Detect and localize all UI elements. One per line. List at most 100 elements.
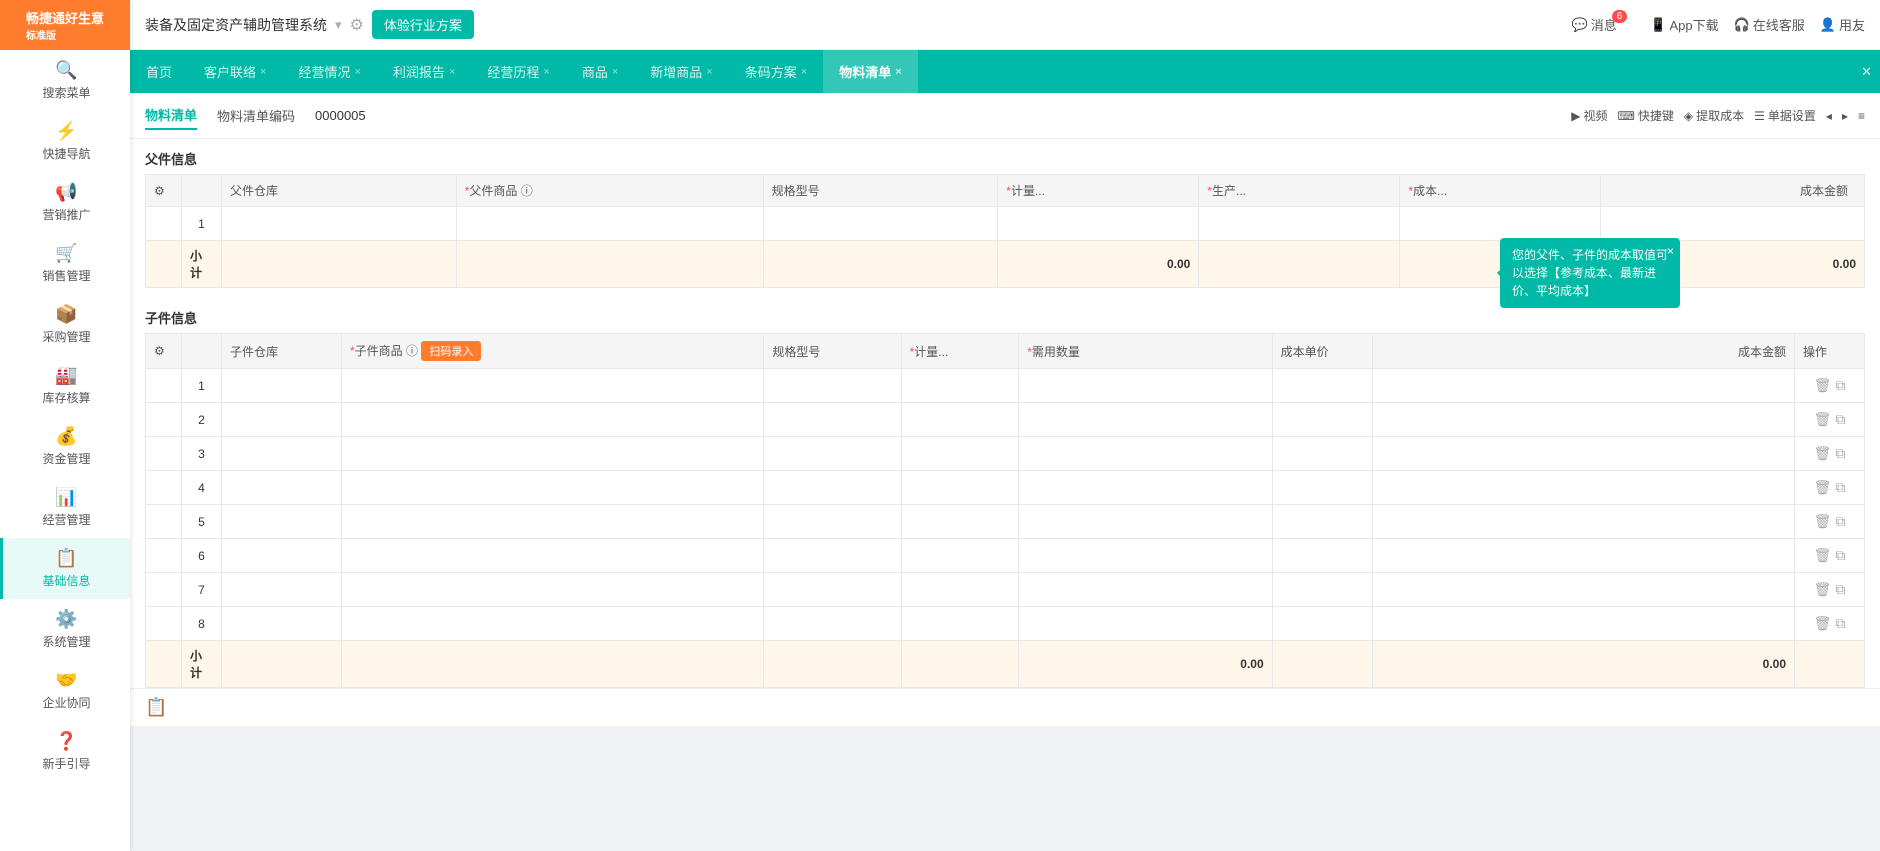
copy-icon[interactable]: ⧉ bbox=[1835, 445, 1845, 462]
delete-icon[interactable]: 🗑 bbox=[1814, 479, 1832, 496]
search-icon: 🔍 bbox=[55, 60, 77, 81]
copy-icon[interactable]: ⧉ bbox=[1835, 581, 1845, 598]
sidebar-item-sales[interactable]: 🛒 销售管理 bbox=[0, 233, 130, 294]
shortcut-action[interactable]: ⌨ 快捷键 bbox=[1618, 107, 1674, 124]
tab-goods[interactable]: 商品 × bbox=[566, 50, 634, 93]
sidebar-item-marketing[interactable]: 📢 营销推广 bbox=[0, 172, 130, 233]
copy-icon[interactable]: ⧉ bbox=[1835, 377, 1845, 394]
sidebar-item-basic-info[interactable]: 📋 基础信息 bbox=[0, 538, 130, 599]
online-service-button[interactable]: 🎧 在线客服 bbox=[1734, 15, 1805, 34]
tab-customer[interactable]: 客户联络 × bbox=[188, 50, 282, 93]
inventory-icon: 🏭 bbox=[55, 365, 77, 386]
operations-icon: 📊 bbox=[55, 487, 77, 508]
enterprise-icon: 🤝 bbox=[55, 670, 77, 691]
sub-header: 物料清单 物料清单编码 0000005 ▶ 视频 ⌨ 快捷键 ◈ 提取成本 bbox=[130, 93, 1880, 139]
parent-col-unit: *计量... bbox=[998, 175, 1199, 207]
tooltip-text: 您的父件、子件的成本取值可以选择【参考成本、最新进价、平均成本】 bbox=[1512, 248, 1668, 298]
parent-row-goods[interactable] bbox=[456, 207, 763, 241]
tab-barcode[interactable]: 条码方案 × bbox=[729, 50, 823, 93]
sub-tab-bom-code[interactable]: 物料清单编码 bbox=[217, 102, 295, 129]
delete-icon[interactable]: 🗑 bbox=[1814, 513, 1832, 530]
sidebar-item-operations[interactable]: 📊 经营管理 bbox=[0, 477, 130, 538]
sidebar-item-enterprise[interactable]: 🤝 企业协同 bbox=[0, 660, 130, 721]
delete-icon[interactable]: 🗑 bbox=[1814, 615, 1832, 632]
message-button[interactable]: 💬 消息 6 bbox=[1572, 15, 1636, 34]
close-history-tab[interactable]: × bbox=[543, 66, 549, 78]
nav-prev[interactable]: ◂ bbox=[1826, 109, 1832, 123]
grid-view-icon[interactable]: ≡ bbox=[1858, 109, 1865, 123]
parent-row-spec[interactable] bbox=[763, 207, 998, 241]
purchase-icon: 📦 bbox=[55, 304, 77, 325]
child-col-warehouse: 子件仓库 bbox=[222, 334, 342, 369]
sidebar-item-quick-nav[interactable]: ⚡ 快捷导航 bbox=[0, 111, 130, 172]
close-goods-tab[interactable]: × bbox=[612, 66, 618, 78]
copy-icon[interactable]: ⧉ bbox=[1835, 547, 1845, 564]
tooltip-close[interactable]: × bbox=[1667, 242, 1674, 260]
sidebar-item-guide[interactable]: ❓ 新手引导 bbox=[0, 721, 130, 782]
copy-icon[interactable]: ⧉ bbox=[1835, 615, 1845, 632]
marketing-icon: 📢 bbox=[55, 182, 77, 203]
child-col-spec: 规格型号 bbox=[764, 334, 901, 369]
tab-new-goods[interactable]: 新增商品 × bbox=[634, 50, 728, 93]
delete-icon[interactable]: 🗑 bbox=[1814, 411, 1832, 428]
view-action[interactable]: ▶ 视频 bbox=[1571, 107, 1607, 124]
child-col-unit-cost: 成本单价 bbox=[1272, 334, 1372, 369]
avatar-icon: 👤 bbox=[1820, 17, 1836, 33]
get-cost-action[interactable]: ◈ 提取成本 bbox=[1684, 107, 1744, 124]
child-row-1: 1 🗑⧉ bbox=[146, 369, 1865, 403]
tab-bom[interactable]: 物料清单 × bbox=[823, 50, 917, 93]
close-new-goods-tab[interactable]: × bbox=[706, 66, 712, 78]
parent-row-warehouse[interactable] bbox=[222, 207, 457, 241]
settings-icon[interactable]: ⚙ bbox=[350, 15, 364, 35]
parent-row-cost[interactable] bbox=[1400, 207, 1601, 241]
app-logo: 畅捷通好生意 标准版 bbox=[0, 0, 130, 50]
system-icon: ⚙️ bbox=[55, 609, 77, 630]
delete-icon[interactable]: 🗑 bbox=[1814, 581, 1832, 598]
close-business-tab[interactable]: × bbox=[354, 66, 360, 78]
close-barcode-tab[interactable]: × bbox=[801, 66, 807, 78]
tab-profit[interactable]: 利润报告 × bbox=[377, 50, 471, 93]
user-avatar[interactable]: 👤 用友 bbox=[1820, 15, 1865, 34]
sidebar-item-purchase[interactable]: 📦 采购管理 bbox=[0, 294, 130, 355]
child-col-qty: *需用数量 bbox=[1019, 334, 1272, 369]
delete-icon[interactable]: 🗑 bbox=[1814, 445, 1832, 462]
child-table: ⚙ 子件仓库 *子件商品 ⓘ 扫码录入 规格型号 *计量... *需用数量 成本… bbox=[145, 333, 1865, 688]
nav-next[interactable]: ▸ bbox=[1842, 109, 1848, 123]
sidebar-item-inventory[interactable]: 🏭 库存核算 bbox=[0, 355, 130, 416]
trial-button[interactable]: 体验行业方案 bbox=[372, 10, 474, 39]
parent-col-spec: 规格型号 bbox=[763, 175, 998, 207]
close-customer-tab[interactable]: × bbox=[260, 66, 266, 78]
copy-icon[interactable]: ⧉ bbox=[1835, 513, 1845, 530]
close-profit-tab[interactable]: × bbox=[449, 66, 455, 78]
parent-subtotal-amount: 0.00 bbox=[998, 241, 1199, 288]
copy-icon[interactable]: ⧉ bbox=[1835, 411, 1845, 428]
dropdown-arrow-icon[interactable]: ▾ bbox=[335, 17, 342, 33]
child-subtotal-label: 小计 bbox=[182, 641, 222, 688]
sidebar-item-system[interactable]: ⚙️ 系统管理 bbox=[0, 599, 130, 660]
parent-row-unit[interactable] bbox=[998, 207, 1199, 241]
child-row-4: 4 🗑⧉ bbox=[146, 471, 1865, 505]
single-settings-action[interactable]: ☰ 单据设置 bbox=[1754, 107, 1816, 124]
main-area: 装备及固定资产辅助管理系统 ▾ ⚙ 体验行业方案 💬 消息 6 📱 App下载 … bbox=[130, 0, 1880, 851]
child-row-8: 8 🗑⧉ bbox=[146, 607, 1865, 641]
app-download-button[interactable]: 📱 App下载 bbox=[1650, 15, 1718, 34]
tab-history[interactable]: 经营历程 × bbox=[471, 50, 565, 93]
sub-tab-bom[interactable]: 物料清单 bbox=[145, 101, 197, 130]
close-bom-tab[interactable]: × bbox=[895, 66, 901, 78]
delete-icon[interactable]: 🗑 bbox=[1814, 377, 1832, 394]
scan-button[interactable]: 扫码录入 bbox=[421, 341, 481, 361]
tab-business[interactable]: 经营情况 × bbox=[282, 50, 376, 93]
tab-home[interactable]: 首页 bbox=[130, 50, 188, 93]
child-col-amount: 成本金额 bbox=[1372, 334, 1794, 369]
parent-section-title: 父件信息 bbox=[145, 149, 1865, 168]
parent-row-settings bbox=[146, 207, 182, 241]
delete-icon[interactable]: 🗑 bbox=[1814, 547, 1832, 564]
parent-subtotal-label: 小计 bbox=[182, 241, 222, 288]
sidebar-item-finance[interactable]: 💰 资金管理 bbox=[0, 416, 130, 477]
topbar-right: 💬 消息 6 📱 App下载 🎧 在线客服 👤 用友 bbox=[1572, 15, 1866, 34]
parent-row-production[interactable] bbox=[1199, 207, 1400, 241]
child-subtotal-qty: 0.00 bbox=[1019, 641, 1272, 688]
close-all-tabs[interactable]: ✕ bbox=[1853, 64, 1880, 80]
copy-icon[interactable]: ⧉ bbox=[1835, 479, 1845, 496]
sidebar-item-search[interactable]: 🔍 搜索菜单 bbox=[0, 50, 130, 111]
